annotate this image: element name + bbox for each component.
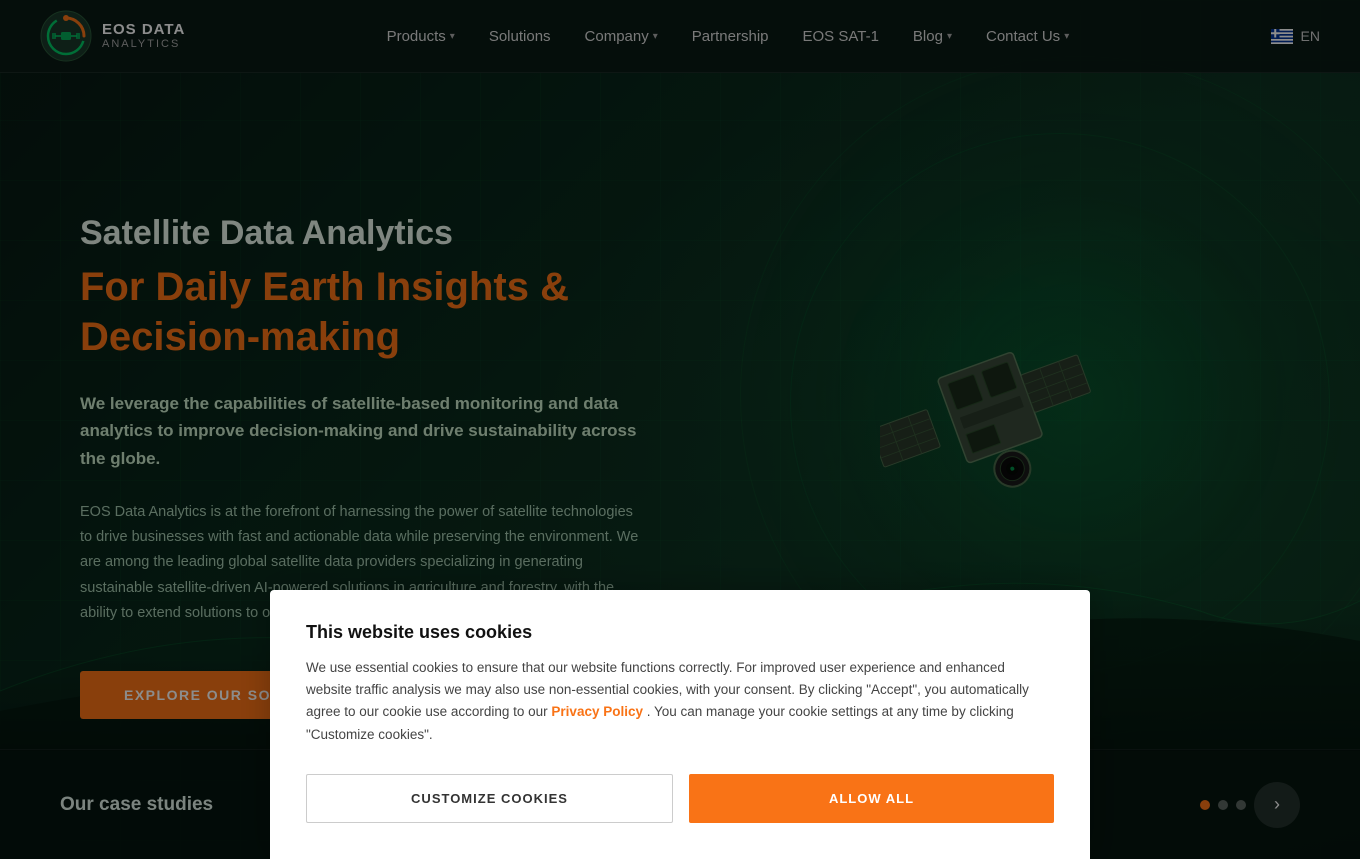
allow-all-button[interactable]: ALLOW ALL (689, 774, 1054, 823)
cookie-body: We use essential cookies to ensure that … (306, 657, 1054, 746)
cookie-banner: This website uses cookies We use essenti… (270, 590, 1090, 859)
cookie-title: This website uses cookies (306, 622, 1054, 643)
cookie-overlay: This website uses cookies We use essenti… (0, 0, 1360, 859)
privacy-policy-link[interactable]: Privacy Policy (551, 704, 643, 719)
customize-cookies-button[interactable]: CUSTOMIZE COOKIES (306, 774, 673, 823)
cookie-buttons: CUSTOMIZE COOKIES ALLOW ALL (306, 774, 1054, 823)
